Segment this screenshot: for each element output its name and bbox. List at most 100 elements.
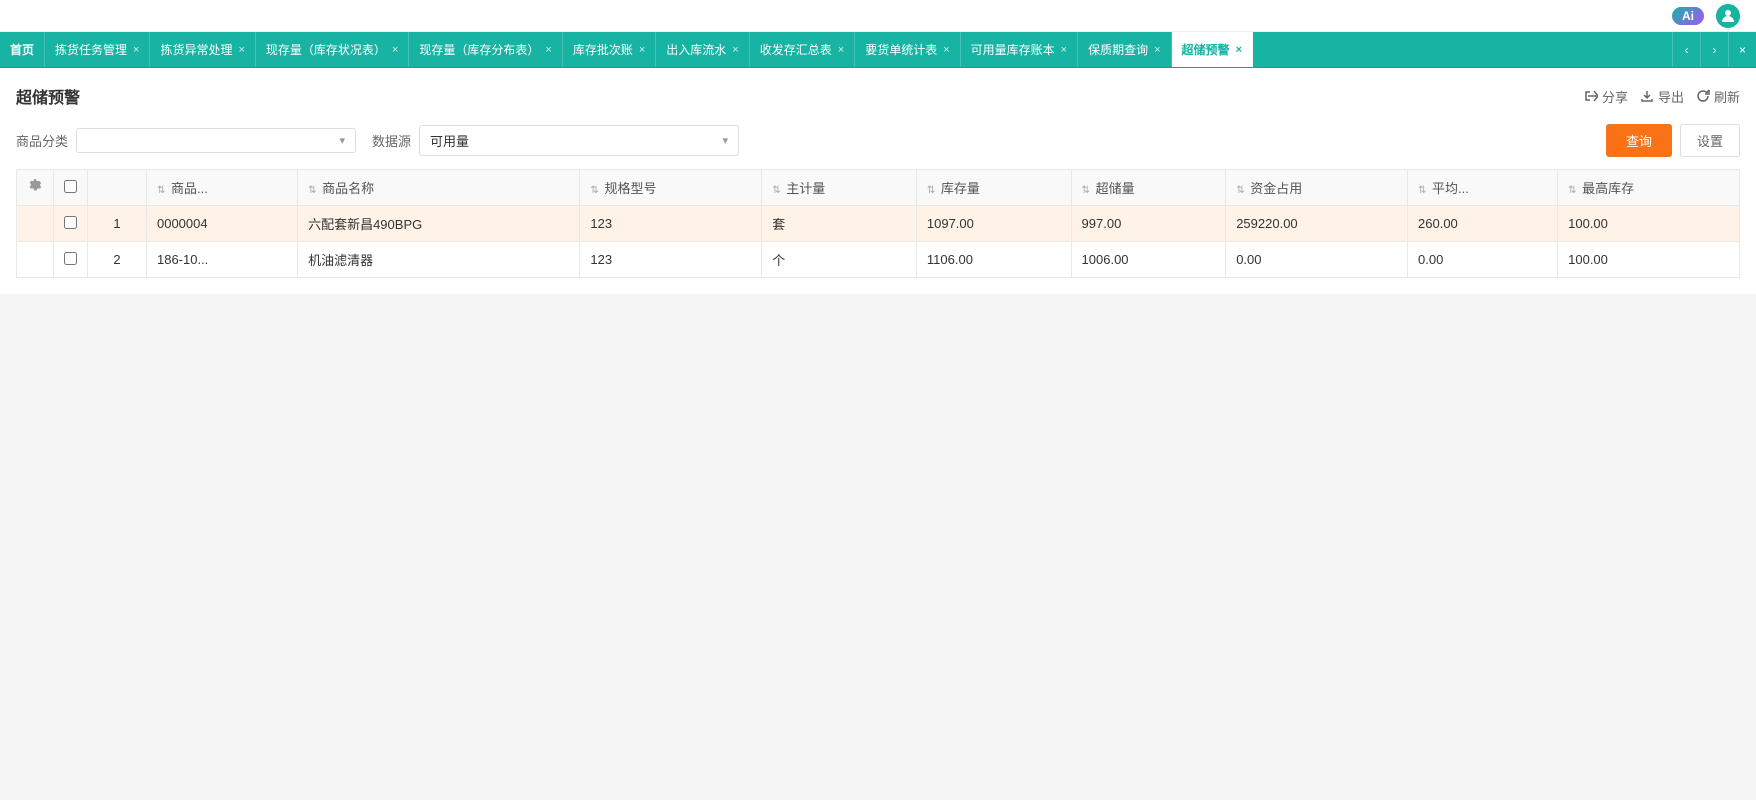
- col-product-code-header: ⇅ 商品...: [146, 170, 297, 206]
- row-unit-0: 套: [762, 206, 917, 242]
- nav-arrow-left[interactable]: ‹: [1672, 32, 1700, 68]
- row-code-1: 186-10...: [146, 242, 297, 278]
- page-header: 超储预警 分享 导出 刷新: [16, 84, 1740, 108]
- row-checkbox-0: [54, 206, 88, 242]
- nav-tab-overstock-warn[interactable]: 超储预警 ×: [1172, 32, 1253, 68]
- table-row: 1 0000004 六配套新昌490BPG 123 套 1097.00 997.…: [17, 206, 1740, 242]
- row-gear-0: [17, 206, 54, 242]
- ai-badge[interactable]: Ai: [1672, 7, 1704, 25]
- share-icon: [1584, 89, 1598, 103]
- nav-arrow-close[interactable]: ×: [1728, 32, 1756, 68]
- close-stock-dist[interactable]: ×: [545, 44, 551, 56]
- sort-icon-name: ⇅: [308, 185, 316, 196]
- close-inout-flow[interactable]: ×: [732, 44, 738, 56]
- row-name-0: 六配套新昌490BPG: [298, 206, 580, 242]
- datasource-select[interactable]: 可用量 ▾: [419, 125, 739, 156]
- top-bar: Ai: [0, 0, 1756, 32]
- col-checkbox-header: [54, 170, 88, 206]
- gear-icon[interactable]: [27, 178, 43, 194]
- row-overstock-0: 997.00: [1071, 206, 1226, 242]
- nav-tab-abnormal[interactable]: 拣货异常处理 ×: [150, 32, 255, 68]
- close-shelf-life[interactable]: ×: [1154, 44, 1160, 56]
- close-task-mgmt[interactable]: ×: [133, 44, 139, 56]
- shelf-life-label: 保质期查询: [1088, 41, 1148, 58]
- nav-tab-home[interactable]: 首页: [0, 32, 45, 68]
- col-product-name-header: ⇅ 商品名称: [298, 170, 580, 206]
- close-collect-summary[interactable]: ×: [838, 44, 844, 56]
- sort-icon-avg: ⇅: [1418, 185, 1426, 196]
- close-stock-batch[interactable]: ×: [639, 44, 645, 56]
- avail-stock-label: 可用量库存账本: [971, 41, 1055, 58]
- nav-tab-stock-status[interactable]: 现存量（库存状况表） ×: [256, 32, 409, 68]
- nav-tab-stock-batch[interactable]: 库存批次账 ×: [563, 32, 656, 68]
- data-table: ⇅ 商品... ⇅ 商品名称 ⇅ 规格型号 ⇅ 主计量 ⇅ 库存量: [16, 169, 1740, 278]
- col-stock-qty-header: ⇅ 库存量: [916, 170, 1071, 206]
- table-row: 2 186-10... 机油滤清器 123 个 1106.00 1006.00 …: [17, 242, 1740, 278]
- refresh-icon: [1696, 89, 1710, 103]
- select-all-checkbox[interactable]: [64, 180, 77, 193]
- sort-icon-code: ⇅: [157, 185, 165, 196]
- row-gear-1: [17, 242, 54, 278]
- close-abnormal[interactable]: ×: [238, 44, 244, 56]
- user-avatar[interactable]: [1716, 4, 1740, 28]
- nav-tab-inout-flow[interactable]: 出入库流水 ×: [656, 32, 749, 68]
- datasource-value: 可用量: [430, 131, 469, 150]
- category-label: 商品分类: [16, 131, 68, 150]
- nav-tab-order-stat[interactable]: 要货单统计表 ×: [855, 32, 960, 68]
- header-actions: 分享 导出 刷新: [1584, 87, 1740, 106]
- inout-flow-label: 出入库流水: [666, 41, 726, 58]
- close-avail-stock[interactable]: ×: [1061, 44, 1067, 56]
- close-order-stat[interactable]: ×: [943, 44, 949, 56]
- share-button[interactable]: 分享: [1584, 87, 1628, 106]
- filter-row: 商品分类 ▾ 数据源 可用量 ▾ 查询 设置: [16, 124, 1740, 157]
- row-checkbox-1: [54, 242, 88, 278]
- col-avg-header: ⇅ 平均...: [1408, 170, 1558, 206]
- row-stock-1: 1106.00: [916, 242, 1071, 278]
- task-mgmt-label: 拣货任务管理: [55, 41, 127, 58]
- datasource-chevron-icon: ▾: [723, 134, 729, 147]
- row-avg-1: 0.00: [1408, 242, 1558, 278]
- page-title: 超储预警: [16, 84, 80, 108]
- datasource-label: 数据源: [372, 131, 411, 150]
- nav-tab-task-mgmt[interactable]: 拣货任务管理 ×: [45, 32, 150, 68]
- sort-icon-spec: ⇅: [590, 185, 598, 196]
- row-select-0[interactable]: [64, 216, 77, 229]
- category-select[interactable]: ▾: [76, 128, 356, 153]
- close-overstock-warn[interactable]: ×: [1236, 44, 1242, 56]
- table-body: 1 0000004 六配套新昌490BPG 123 套 1097.00 997.…: [17, 206, 1740, 278]
- row-name-1: 机油滤清器: [298, 242, 580, 278]
- settings-button[interactable]: 设置: [1680, 124, 1740, 157]
- nav-tab-avail-stock[interactable]: 可用量库存账本 ×: [961, 32, 1078, 68]
- stock-status-label: 现存量（库存状况表）: [266, 41, 386, 58]
- filter-category: 商品分类 ▾: [16, 128, 356, 153]
- row-maxstock-0: 100.00: [1558, 206, 1740, 242]
- col-unit-header: ⇅ 主计量: [762, 170, 917, 206]
- nav-arrow-right[interactable]: ›: [1700, 32, 1728, 68]
- sort-icon-stock: ⇅: [927, 185, 935, 196]
- row-stock-0: 1097.00: [916, 206, 1071, 242]
- row-select-1[interactable]: [64, 252, 77, 265]
- refresh-button[interactable]: 刷新: [1696, 87, 1740, 106]
- collect-summary-label: 收发存汇总表: [760, 41, 832, 58]
- sort-icon-unit: ⇅: [772, 185, 780, 196]
- col-capital-occ-header: ⇅ 资金占用: [1226, 170, 1408, 206]
- export-button[interactable]: 导出: [1640, 87, 1684, 106]
- abnormal-label: 拣货异常处理: [160, 41, 232, 58]
- stock-batch-label: 库存批次账: [573, 41, 633, 58]
- nav-tab-collect-summary[interactable]: 收发存汇总表 ×: [750, 32, 855, 68]
- row-num-0: 1: [88, 206, 147, 242]
- query-button[interactable]: 查询: [1606, 124, 1672, 157]
- row-spec-0: 123: [580, 206, 762, 242]
- order-stat-label: 要货单统计表: [865, 41, 937, 58]
- stock-dist-label: 现存量（库存分布表）: [419, 41, 539, 58]
- row-overstock-1: 1006.00: [1071, 242, 1226, 278]
- row-unit-1: 个: [762, 242, 917, 278]
- nav-tabs-bar: 首页 拣货任务管理 × 拣货异常处理 × 现存量（库存状况表） × 现存量（库存…: [0, 32, 1756, 68]
- action-buttons: 查询 设置: [1606, 124, 1740, 157]
- close-stock-status[interactable]: ×: [392, 44, 398, 56]
- nav-tab-shelf-life[interactable]: 保质期查询 ×: [1078, 32, 1171, 68]
- row-capital-0: 259220.00: [1226, 206, 1408, 242]
- page-container: 超储预警 分享 导出 刷新: [0, 68, 1756, 294]
- sort-icon-overstock: ⇅: [1082, 185, 1090, 196]
- nav-tab-stock-dist[interactable]: 现存量（库存分布表） ×: [409, 32, 562, 68]
